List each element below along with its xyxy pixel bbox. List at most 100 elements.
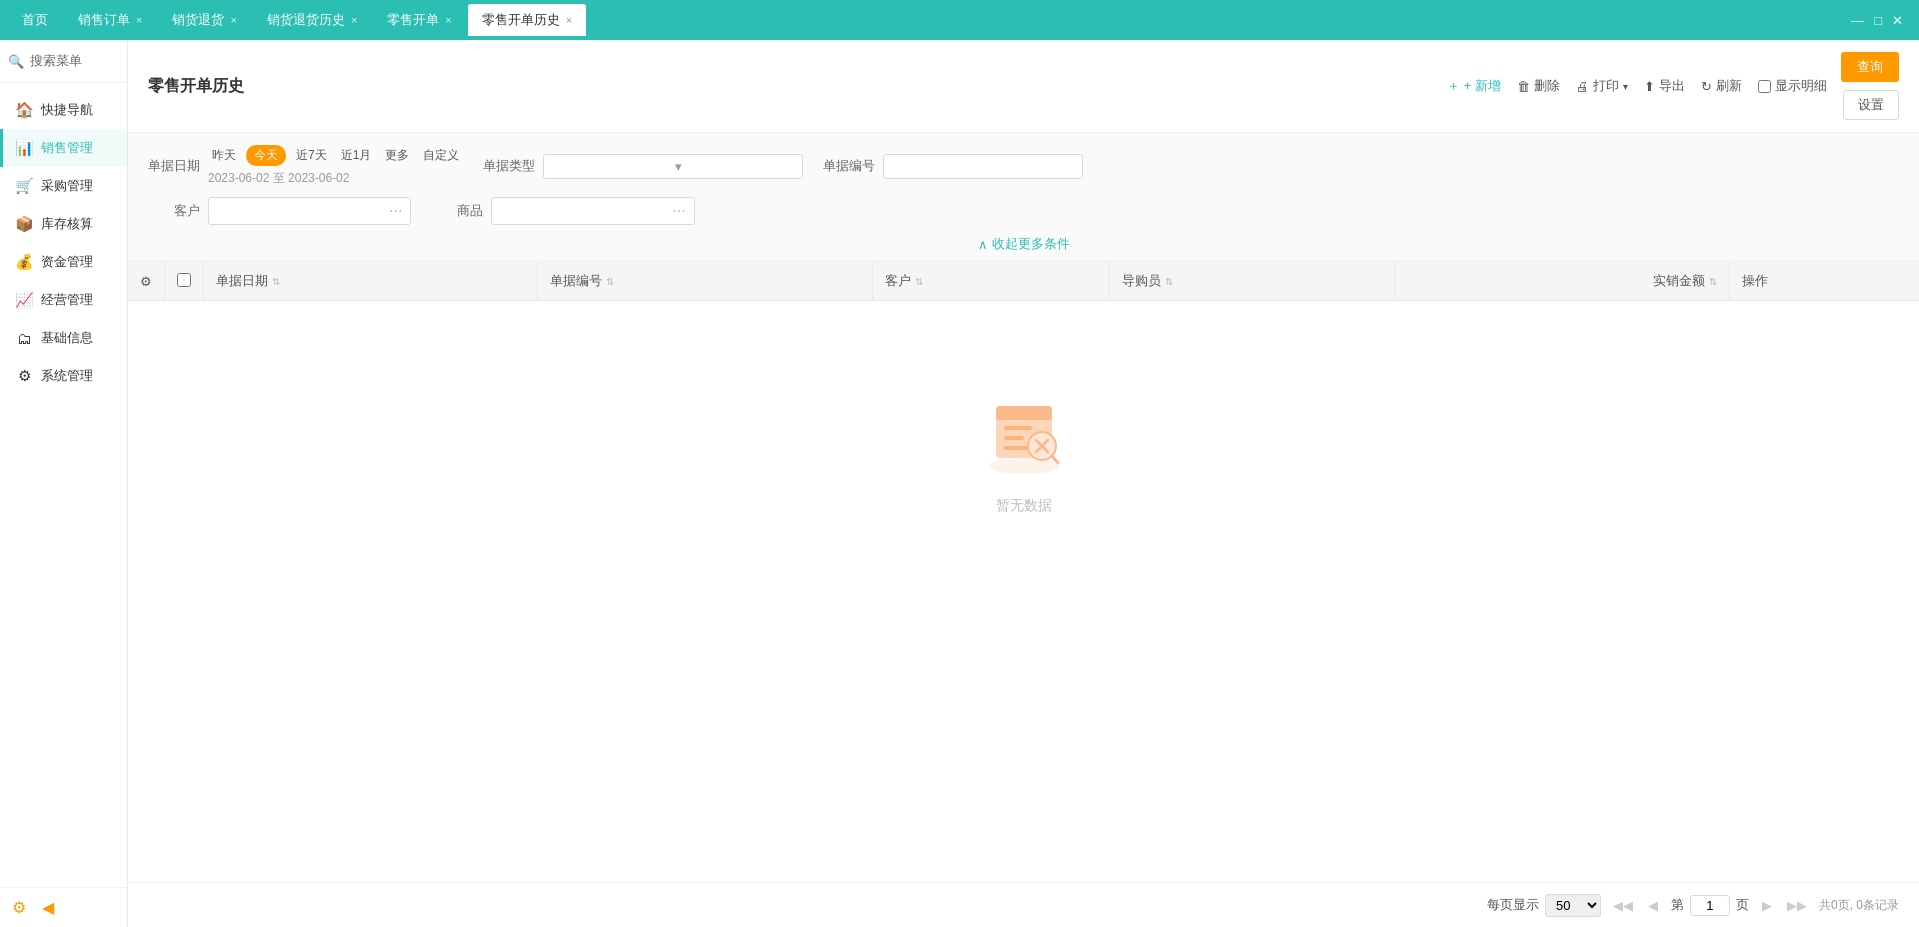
customer-dots-icon[interactable]: ··· (389, 202, 402, 220)
last-page-btn[interactable]: ▶▶ (1785, 893, 1809, 917)
page-header: 零售开单历史 ＋ + 新增 🗑 删除 🖨 打印 ▾ ⬆ 导出 (128, 40, 1919, 133)
th-guide-label: 导购员 (1122, 272, 1161, 290)
next-page-btn[interactable]: ▶ (1755, 893, 1779, 917)
sidebar-icon-inventory: 📦 (15, 215, 33, 233)
tab-sales-return-history-label: 销货退货历史 (267, 11, 345, 29)
th-checkbox[interactable] (165, 262, 204, 301)
refresh-icon: ↻ (1701, 79, 1712, 94)
tab-retail-open-history[interactable]: 零售开单历史× (468, 4, 586, 36)
tab-sales-return-history-close[interactable]: × (351, 15, 357, 26)
th-action: 操作 (1729, 262, 1919, 301)
collapse-button[interactable]: ∧ 收起更多条件 (148, 235, 1899, 253)
date-btn-last7[interactable]: 近7天 (292, 145, 331, 166)
sidebar-setting-icon[interactable]: ⚙ (12, 898, 26, 917)
sidebar-item-purchase-mgmt[interactable]: 🛒采购管理 (0, 167, 127, 205)
setting-button[interactable]: 设置 (1843, 90, 1899, 120)
close-btn[interactable]: ✕ (1892, 13, 1903, 28)
pagination-bar: 每页显示 50 10 20 100 ◀◀ ◀ 第 页 ▶ ▶▶ 共0页, 0条记… (128, 882, 1919, 927)
th-customer[interactable]: 客户 ⇅ (872, 262, 1109, 301)
delete-label: 删除 (1534, 77, 1560, 95)
customer-input[interactable] (217, 204, 385, 219)
add-icon: ＋ (1447, 77, 1460, 95)
sidebar-item-sales-mgmt[interactable]: 📊 销售管理 (0, 129, 127, 167)
sidebar-icon-sales-mgmt: 📊 (15, 139, 33, 157)
print-arrow-icon: ▾ (1623, 81, 1628, 92)
tab-retail-open[interactable]: 零售开单× (373, 4, 465, 36)
print-icon: 🖨 (1576, 79, 1589, 94)
th-amount[interactable]: 实销金额 ⇅ (1395, 262, 1729, 301)
first-page-btn[interactable]: ◀◀ (1611, 893, 1635, 917)
tab-sales-return-history[interactable]: 销货退货历史 × (253, 4, 371, 36)
date-btn-more[interactable]: 更多 (381, 145, 413, 166)
empty-text: 暂无数据 (996, 497, 1052, 515)
doc-number-input[interactable] (883, 154, 1083, 179)
sidebar-search-label: 搜索菜单 (30, 52, 82, 70)
goods-dots-icon[interactable]: ··· (672, 202, 685, 220)
page-label: 第 (1671, 896, 1684, 914)
query-button[interactable]: 查询 (1841, 52, 1899, 82)
doc-number-label: 单据编号 (823, 157, 875, 175)
print-button[interactable]: 🖨 打印 ▾ (1574, 73, 1630, 99)
sidebar-collapse-icon[interactable]: ◀ (42, 898, 54, 917)
date-btn-custom[interactable]: 自定义 (419, 145, 463, 166)
doc-type-select[interactable]: ▾ (543, 154, 803, 179)
customer-input-wrap[interactable]: ··· (208, 197, 411, 225)
settings-icon[interactable]: ⚙ (140, 274, 152, 289)
maximize-btn[interactable]: □ (1874, 13, 1882, 28)
search-icon: 🔍 (8, 54, 24, 69)
show-detail-button[interactable]: 显示明细 (1756, 73, 1829, 99)
customer-label: 客户 (148, 202, 200, 220)
doc-type-arrow-icon: ▾ (675, 159, 794, 174)
sidebar: 🔍 搜索菜单 🏠快捷导航 📊 销售管理 🛒采购管理 📦 库存核算 💰资金管理📈经营管理🗂基础… (0, 40, 128, 927)
date-btn-today[interactable]: 今天 (246, 145, 286, 166)
sidebar-search-btn[interactable]: 🔍 搜索菜单 (8, 52, 119, 70)
minimize-btn[interactable]: — (1851, 13, 1864, 28)
sidebar-item-base-info[interactable]: 🗂基础信息 (0, 319, 127, 357)
svg-rect-4 (1004, 436, 1024, 440)
th-number[interactable]: 单据编号 ⇅ (538, 262, 872, 301)
sidebar-bottom: ⚙ ◀ (0, 887, 127, 927)
tab-retail-open-close[interactable]: × (445, 15, 451, 26)
sidebar-item-sys-mgmt[interactable]: ⚙系统管理 (0, 357, 127, 395)
th-settings[interactable]: ⚙ (128, 262, 165, 301)
tab-home[interactable]: 首页 (8, 4, 62, 36)
sidebar-item-operations[interactable]: 📈经营管理 (0, 281, 127, 319)
sidebar-item-inventory[interactable]: 📦 库存核算 (0, 205, 127, 243)
goods-filter: 商品 ··· (431, 197, 694, 225)
goods-input[interactable] (500, 204, 668, 219)
select-all-checkbox[interactable] (177, 273, 191, 287)
svg-rect-3 (1004, 426, 1032, 430)
page-number-input[interactable] (1690, 895, 1730, 916)
tab-sales-return-close[interactable]: × (230, 15, 236, 26)
sidebar-item-quick-nav[interactable]: 🏠快捷导航 (0, 91, 127, 129)
sidebar-label-sales-mgmt: 销售管理 (41, 139, 93, 157)
add-button[interactable]: ＋ + 新增 (1445, 73, 1503, 99)
per-page-dropdown[interactable]: 50 10 20 100 (1545, 894, 1601, 917)
th-guide[interactable]: 导购员 ⇅ (1109, 262, 1395, 301)
export-icon: ⬆ (1644, 79, 1655, 94)
tab-sales-order-close[interactable]: × (136, 15, 142, 26)
filter-row-1: 单据日期 昨天 今天 近7天 近1月 更多 自定义 2023-06-02 至 2… (148, 145, 1899, 187)
th-amount-sort-icon: ⇅ (1709, 276, 1717, 287)
tab-sales-return[interactable]: 销货退货× (158, 4, 250, 36)
th-date[interactable]: 单据日期 ⇅ (204, 262, 538, 301)
prev-page-btn[interactable]: ◀ (1641, 893, 1665, 917)
sidebar-label-inventory: 库存核算 (41, 215, 93, 233)
per-page-label: 每页显示 (1487, 896, 1539, 914)
page-title: 零售开单历史 (148, 76, 244, 97)
export-button[interactable]: ⬆ 导出 (1642, 73, 1687, 99)
sidebar-label-sys-mgmt: 系统管理 (41, 367, 93, 385)
sidebar-item-finance[interactable]: 💰资金管理 (0, 243, 127, 281)
goods-input-wrap[interactable]: ··· (491, 197, 694, 225)
delete-button[interactable]: 🗑 删除 (1515, 73, 1562, 99)
tab-retail-open-history-close[interactable]: × (566, 15, 572, 26)
tab-sales-order[interactable]: 销售订单× (64, 4, 156, 36)
sidebar-search-area[interactable]: 🔍 搜索菜单 (0, 40, 127, 83)
date-btn-yesterday[interactable]: 昨天 (208, 145, 240, 166)
refresh-button[interactable]: ↻ 刷新 (1699, 73, 1744, 99)
collapse-arrow-icon: ∧ (978, 237, 988, 252)
date-btn-last1month[interactable]: 近1月 (337, 145, 376, 166)
sidebar-label-operations: 经营管理 (41, 291, 93, 309)
th-customer-label: 客户 (885, 272, 911, 290)
show-detail-checkbox[interactable] (1758, 80, 1771, 93)
